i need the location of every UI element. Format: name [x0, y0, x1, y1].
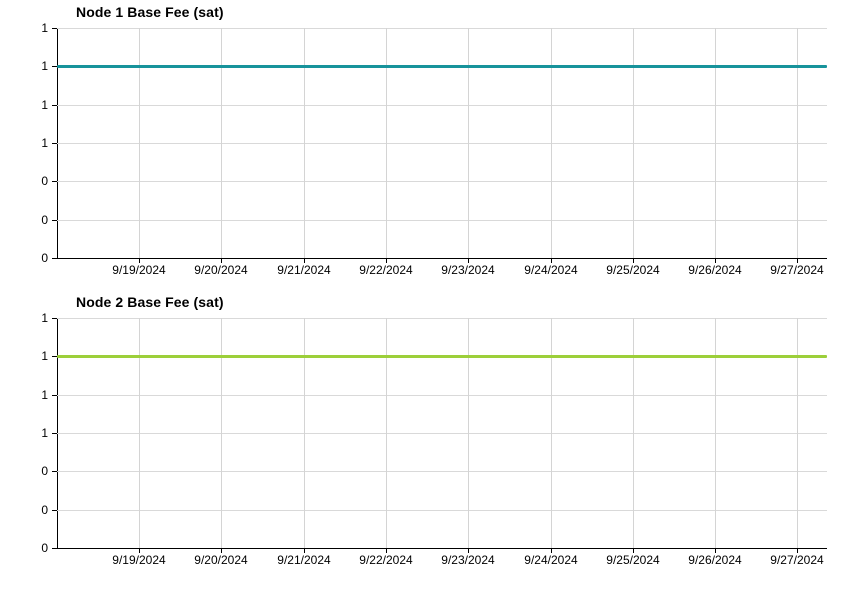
- gridline-vertical: [139, 318, 140, 548]
- gridline-horizontal: [57, 318, 827, 319]
- x-axis-tick-label: 9/23/2024: [441, 553, 495, 567]
- gridline-vertical: [633, 318, 634, 548]
- gridline-vertical: [304, 28, 305, 258]
- gridline-horizontal: [57, 510, 827, 511]
- x-axis-tick-label: 9/20/2024: [194, 263, 248, 277]
- y-axis-tick-mark: [52, 66, 57, 67]
- x-axis-tick-label: 9/24/2024: [524, 553, 578, 567]
- node1-base-fee-chart: Node 1 Base Fee (sat) 1 1 1 1 0 0 0 9/19/2024 9/…: [0, 0, 860, 290]
- x-axis-tick-label: 9/27/2024: [770, 263, 824, 277]
- gridline-horizontal: [57, 433, 827, 434]
- x-axis-tick-label: 9/26/2024: [688, 553, 742, 567]
- gridline-vertical: [715, 28, 716, 258]
- x-axis-line: [57, 548, 827, 549]
- y-axis-tick-label: 1: [41, 98, 48, 112]
- y-axis-tick-label: 1: [41, 388, 48, 402]
- y-axis-tick-mark: [52, 258, 57, 259]
- y-axis-tick-label: 1: [41, 426, 48, 440]
- gridline-vertical: [633, 28, 634, 258]
- plot-area: [57, 318, 827, 548]
- gridline-vertical: [468, 28, 469, 258]
- y-axis-tick-label: 0: [41, 503, 48, 517]
- y-axis-tick-mark: [52, 105, 57, 106]
- gridline-horizontal: [57, 105, 827, 106]
- y-axis-tick-label: 1: [41, 349, 48, 363]
- gridline-vertical: [139, 28, 140, 258]
- gridline-vertical: [715, 318, 716, 548]
- gridline-vertical: [386, 28, 387, 258]
- y-axis-tick-mark: [52, 471, 57, 472]
- y-axis-tick-label: 0: [41, 464, 48, 478]
- x-axis-tick-label: 9/21/2024: [277, 553, 331, 567]
- gridline-vertical: [221, 28, 222, 258]
- y-axis-tick-mark: [52, 220, 57, 221]
- gridline-horizontal: [57, 471, 827, 472]
- series-line: [57, 64, 827, 68]
- plot-area: [57, 28, 827, 258]
- gridline-vertical: [386, 318, 387, 548]
- y-axis-tick-mark: [52, 510, 57, 511]
- gridline-vertical: [797, 318, 798, 548]
- y-axis-tick-mark: [52, 433, 57, 434]
- x-axis-tick-label: 9/26/2024: [688, 263, 742, 277]
- gridline-horizontal: [57, 143, 827, 144]
- y-axis-tick-label: 0: [41, 541, 48, 555]
- x-axis-tick-label: 9/21/2024: [277, 263, 331, 277]
- x-axis-line: [57, 258, 827, 259]
- gridline-vertical: [551, 318, 552, 548]
- x-axis-tick-label: 9/25/2024: [606, 553, 660, 567]
- gridline-horizontal: [57, 181, 827, 182]
- x-axis-tick-label: 9/20/2024: [194, 553, 248, 567]
- y-axis-tick-mark: [52, 143, 57, 144]
- report-canvas: { "page": { "background": "#ffffff" }, "…: [0, 0, 860, 600]
- y-axis-tick-label: 1: [41, 311, 48, 325]
- x-axis-tick-label: 9/19/2024: [112, 263, 166, 277]
- x-axis-tick-label: 9/22/2024: [359, 553, 413, 567]
- x-axis-tick-label: 9/24/2024: [524, 263, 578, 277]
- y-axis-tick-label: 0: [41, 251, 48, 265]
- y-axis-tick-label: 1: [41, 59, 48, 73]
- node2-base-fee-chart: Node 2 Base Fee (sat) 1 1 1 1 0 0 0 9/19/2024 9/…: [0, 290, 860, 600]
- gridline-horizontal: [57, 395, 827, 396]
- y-axis-tick-mark: [52, 181, 57, 182]
- y-axis-tick-label: 0: [41, 174, 48, 188]
- gridline-horizontal: [57, 220, 827, 221]
- x-axis-tick-label: 9/23/2024: [441, 263, 495, 277]
- chart-title: Node 2 Base Fee (sat): [76, 294, 224, 310]
- x-axis-tick-label: 9/25/2024: [606, 263, 660, 277]
- gridline-vertical: [468, 318, 469, 548]
- y-axis-tick-mark: [52, 28, 57, 29]
- y-axis-tick-mark: [52, 356, 57, 357]
- gridline-horizontal: [57, 28, 827, 29]
- y-axis-tick-mark: [52, 395, 57, 396]
- y-axis-tick-label: 1: [41, 21, 48, 35]
- x-axis-tick-label: 9/19/2024: [112, 553, 166, 567]
- gridline-vertical: [304, 318, 305, 548]
- gridline-vertical: [221, 318, 222, 548]
- y-axis-tick-label: 0: [41, 213, 48, 227]
- y-axis-tick-label: 1: [41, 136, 48, 150]
- x-axis-tick-label: 9/27/2024: [770, 553, 824, 567]
- y-axis-tick-mark: [52, 548, 57, 549]
- gridline-vertical: [551, 28, 552, 258]
- y-axis-tick-mark: [52, 318, 57, 319]
- chart-title: Node 1 Base Fee (sat): [76, 4, 224, 20]
- x-axis-tick-label: 9/22/2024: [359, 263, 413, 277]
- series-line: [57, 354, 827, 358]
- gridline-vertical: [797, 28, 798, 258]
